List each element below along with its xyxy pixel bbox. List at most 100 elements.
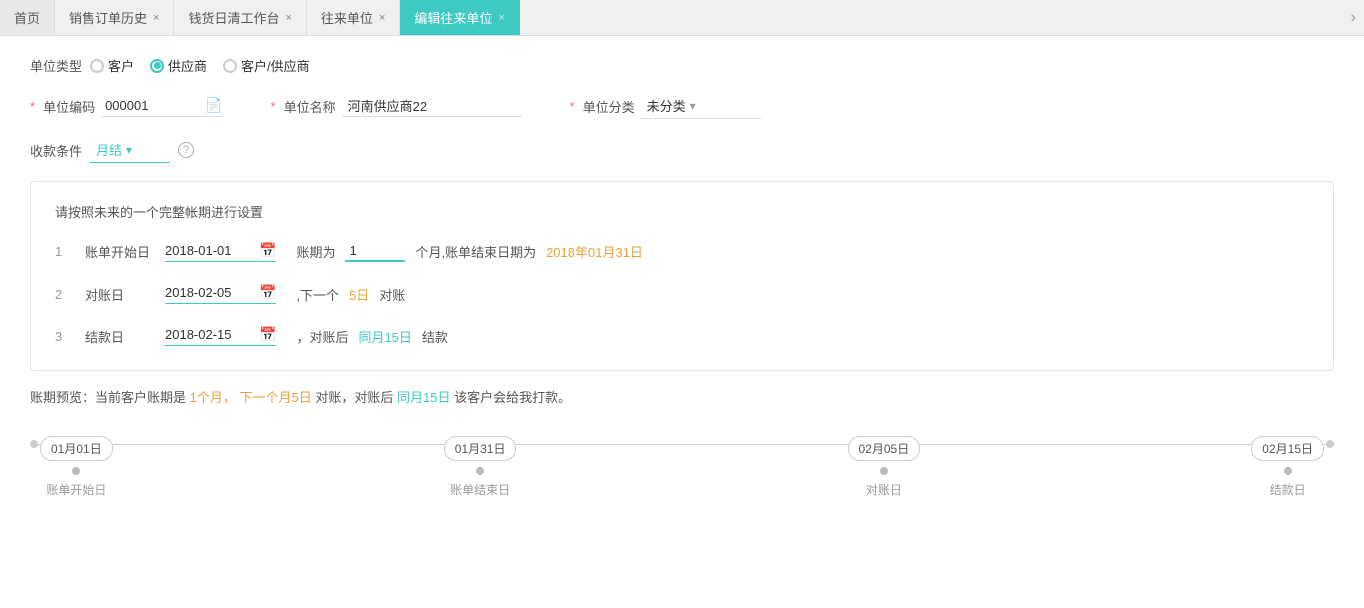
period-month-unit: 个月,账单结束日期为 [415, 242, 536, 261]
period-num-1: 1 [55, 244, 75, 259]
tab-partner-close[interactable]: × [379, 12, 385, 24]
tab-partner[interactable]: 往来单位 × [307, 0, 400, 35]
radio-both[interactable]: 客户/供应商 [223, 56, 310, 75]
unit-type-radio-group: 客户 供应商 客户/供应商 [90, 56, 310, 75]
tab-home-label: 首页 [14, 8, 40, 27]
radio-customer-label: 客户 [108, 56, 134, 75]
tab-edit-partner-close[interactable]: × [498, 12, 504, 24]
tab-sales-history[interactable]: 销售订单历史 × [55, 0, 174, 35]
unit-code-browse-icon[interactable]: 📄 [205, 97, 222, 114]
payment-date-input[interactable] [165, 327, 255, 342]
tab-bar: 首页 销售订单历史 × 钱货日清工作台 × 往来单位 × 编辑往来单位 × › [0, 0, 1364, 36]
start-date-calendar-icon[interactable]: 📅 [259, 242, 276, 259]
tab-partner-label: 往来单位 [321, 8, 373, 27]
payment-terms-select[interactable]: 月结 ▾ [90, 137, 170, 163]
tl-dot-0 [72, 467, 80, 475]
payment-date-calendar-icon[interactable]: 📅 [259, 326, 276, 343]
tab-expand-button[interactable]: › [1343, 0, 1364, 35]
tl-label-0: 账单开始日 [46, 481, 106, 498]
payment-terms-help-icon[interactable]: ? [178, 142, 194, 158]
preview-section: 账期预览：当前客户账期是 1个月， 下一个月5日 对账，对账后 同月15日 该客… [30, 387, 1334, 406]
unit-category-group: * 单位分类 未分类 ▾ [570, 93, 761, 119]
period-suffix-2a: ,下一个 [296, 285, 339, 304]
radio-supplier[interactable]: 供应商 [150, 56, 207, 75]
tl-pill-3: 02月15日 [1251, 436, 1324, 461]
unit-name-group: * 单位名称 [271, 95, 522, 117]
tab-edit-partner[interactable]: 编辑往来单位 × [400, 0, 519, 35]
tl-label-3: 结款日 [1270, 481, 1306, 498]
preview-prefix: 账期预览：当前客户账期是 [30, 390, 186, 405]
code-name-category-row: * 单位编码 📄 * 单位名称 * 单位分类 未分类 ▾ [30, 93, 1334, 119]
preview-middle: 对账，对账后 [315, 390, 393, 405]
period-suffix-1: 账期为 [296, 242, 335, 261]
start-date-input[interactable] [165, 243, 255, 258]
period-suffix-3c: 结款 [422, 327, 448, 346]
main-content: 单位类型 客户 供应商 客户/供应商 * 单位编码 📄 [0, 36, 1364, 608]
payment-date-input-wrap: 📅 [165, 326, 276, 346]
radio-customer[interactable]: 客户 [90, 56, 134, 75]
tl-dot-3 [1284, 467, 1292, 475]
unit-code-input[interactable] [101, 95, 201, 116]
period-row-2: 2 对账日 📅 ,下一个 5日 对账 [55, 284, 1309, 304]
unit-type-row: 单位类型 客户 供应商 客户/供应商 [30, 56, 1334, 75]
timeline-node-0: 01月01日 账单开始日 [40, 436, 113, 498]
payment-terms-value: 月结 [96, 140, 122, 159]
period-end-date: 2018年01月31日 [546, 242, 643, 261]
radio-both-label: 客户/供应商 [241, 56, 310, 75]
unit-code-star: * [30, 99, 35, 114]
timeline-nodes: 01月01日 账单开始日 01月31日 账单结束日 02月05日 对账日 02月… [30, 436, 1334, 498]
period-label-1: 账单开始日 [85, 242, 155, 261]
tab-home[interactable]: 首页 [0, 0, 55, 35]
period-suffix-2c: 对账 [379, 285, 405, 304]
period-suffix-2b: 5日 [349, 285, 369, 304]
preview-orange2: 下一个月5日 [240, 390, 312, 405]
period-label-3: 结款日 [85, 327, 155, 346]
unit-code-group: * 单位编码 📄 [30, 95, 223, 117]
unit-name-star: * [271, 99, 276, 114]
timeline-node-3: 02月15日 结款日 [1251, 436, 1324, 498]
month-input[interactable] [345, 241, 405, 262]
period-num-2: 2 [55, 287, 75, 302]
period-label-2: 对账日 [85, 285, 155, 304]
reconcile-date-calendar-icon[interactable]: 📅 [259, 284, 276, 301]
period-suffix-3b: 同月15日 [358, 327, 411, 346]
start-date-input-wrap: 📅 [165, 242, 276, 262]
preview-orange1: 1个月， [190, 390, 236, 405]
tab-cash-work[interactable]: 钱货日清工作台 × [174, 0, 306, 35]
radio-customer-circle [90, 59, 104, 73]
unit-category-select[interactable]: 未分类 ▾ [641, 93, 761, 119]
period-num-3: 3 [55, 329, 75, 344]
timeline-node-1: 01月31日 账单结束日 [444, 436, 517, 498]
tab-edit-partner-label: 编辑往来单位 [414, 8, 492, 27]
tl-pill-0: 01月01日 [40, 436, 113, 461]
reconcile-date-input[interactable] [165, 285, 255, 300]
unit-name-label: 单位名称 [284, 97, 336, 116]
unit-code-label: 单位编码 [43, 97, 95, 116]
radio-both-circle [223, 59, 237, 73]
tab-cash-work-label: 钱货日清工作台 [188, 8, 279, 27]
radio-supplier-label: 供应商 [168, 56, 207, 75]
timeline: 01月01日 账单开始日 01月31日 账单结束日 02月05日 对账日 02月… [30, 426, 1334, 528]
unit-name-input[interactable] [342, 95, 522, 117]
section-title: 请按照未来的一个完整帐期进行设置 [55, 202, 1309, 221]
preview-suffix: 该客户会给我打款。 [454, 390, 571, 405]
payment-terms-label: 收款条件 [30, 141, 82, 160]
tl-label-2: 对账日 [866, 481, 902, 498]
unit-category-star: * [570, 99, 575, 114]
unit-category-label: 单位分类 [583, 97, 635, 116]
period-row-1: 1 账单开始日 📅 账期为 个月,账单结束日期为 2018年01月31日 [55, 241, 1309, 262]
payment-terms-arrow-icon: ▾ [126, 143, 132, 157]
unit-category-value: 未分类 [647, 96, 686, 115]
tl-dot-1 [476, 467, 484, 475]
period-section: 请按照未来的一个完整帐期进行设置 1 账单开始日 📅 账期为 个月,账单结束日期… [30, 181, 1334, 371]
tab-sales-history-close[interactable]: × [153, 12, 159, 24]
tl-pill-1: 01月31日 [444, 436, 517, 461]
preview-teal: 同月15日 [397, 390, 450, 405]
tab-cash-work-close[interactable]: × [285, 12, 291, 24]
tl-dot-2 [880, 467, 888, 475]
tl-label-1: 账单结束日 [450, 481, 510, 498]
tab-sales-history-label: 销售订单历史 [69, 8, 147, 27]
payment-terms-row: 收款条件 月结 ▾ ? [30, 137, 1334, 163]
period-row-3: 3 结款日 📅 ，对账后 同月15日 结款 [55, 326, 1309, 346]
unit-code-input-wrap: 📄 [101, 95, 222, 117]
